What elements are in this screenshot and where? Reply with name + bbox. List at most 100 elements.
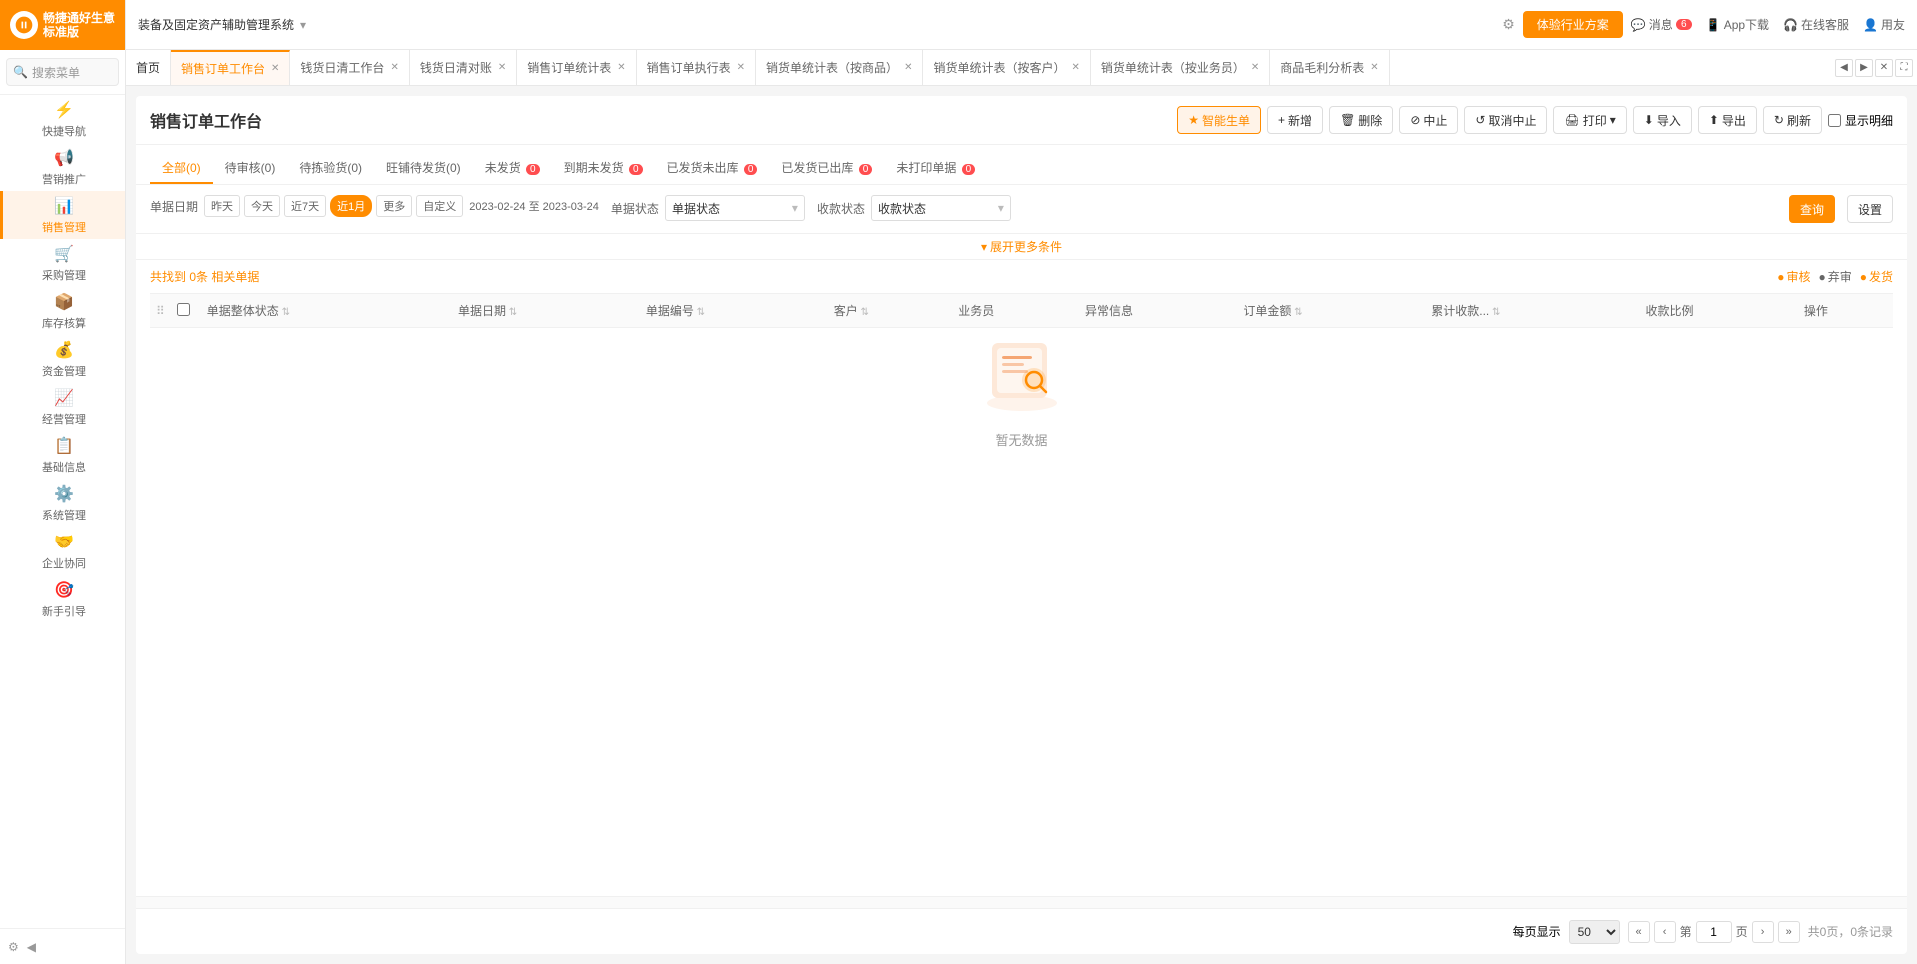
sidebar-item-purchase[interactable]: 🛒 采购管理 [0,239,125,287]
payment-select[interactable]: 收款状态 ▾ [871,195,1011,221]
tab-sales-stats-by-customer-close[interactable]: ✕ [1071,62,1079,73]
sub-tab-shipped-out[interactable]: 已发货已出库 0 [769,153,884,184]
promo-button[interactable]: 体验行业方案 [1523,11,1623,38]
date-btn-1month[interactable]: 近1月 [330,195,372,217]
print-btn[interactable]: 🖨 打印 ▾ [1553,106,1626,134]
tab-sales-order-stats-close[interactable]: ✕ [617,62,625,73]
search-menu-button[interactable]: 🔍 搜索菜单 [6,58,119,86]
number-col-header[interactable]: 单据编号 [640,294,828,328]
sub-tab-shipped-not-out[interactable]: 已发货未出库 0 [655,153,770,184]
sidebar-item-cooperation[interactable]: 🤝 企业协同 [0,527,125,575]
sidebar-item-operations[interactable]: 📈 经营管理 [0,383,125,431]
empty-state: 暂无数据 [150,328,1893,449]
tab-close-all-btn[interactable]: ✕ [1875,59,1893,77]
import-btn[interactable]: ⬇ 导入 [1633,106,1692,134]
sidebar-item-system[interactable]: ⚙️ 系统管理 [0,479,125,527]
expand-filter-btn[interactable]: ▾ 展开更多条件 [981,238,1062,255]
tab-next-btn[interactable]: ▶ [1855,59,1873,77]
page-number-input[interactable] [1696,921,1732,943]
add-btn[interactable]: + 新增 [1267,106,1323,134]
page-actions: ★ 智能生单 + 新增 🗑 删除 ⊘ 中止 [1177,106,1893,134]
tab-home[interactable]: 首页 [126,50,171,86]
stop-btn[interactable]: ⊘ 中止 [1399,106,1458,134]
tab-cash-goods-reconcile[interactable]: 钱货日清对账 ✕ [410,50,517,86]
tab-sales-order-workbench-close[interactable]: ✕ [271,63,279,74]
collapse-icon[interactable]: ◀ [27,940,36,954]
prev-page-btn[interactable]: ‹ [1654,921,1676,943]
sidebar-item-inventory[interactable]: 📦 库存核算 [0,287,125,335]
ship-action-btn[interactable]: ● 发货 [1860,268,1893,285]
sub-tab-wangpu-pending[interactable]: 旺铺待发货(0) [374,153,473,184]
tab-sales-stats-by-product-close[interactable]: ✕ [904,62,912,73]
sub-tab-pending-review[interactable]: 待审核(0) [213,153,288,184]
last-page-btn[interactable]: » [1778,921,1800,943]
sub-tab-pending-inspect[interactable]: 待拣验货(0) [287,153,374,184]
next-page-btn[interactable]: › [1752,921,1774,943]
tab-cash-daily-workbench[interactable]: 钱货日清工作台 ✕ [290,50,409,86]
status-col-header[interactable]: 单据整体状态 [201,294,452,328]
tab-sales-stats-by-customer[interactable]: 销货单统计表（按客户） ✕ [923,50,1090,86]
select-all-checkbox[interactable] [177,303,190,316]
sidebar: 畅捷通好生意 标准版 🔍 搜索菜单 ⚡ 快捷导航 📢 营销推广 📊 销售管理 🛒… [0,0,126,964]
date-col-header[interactable]: 单据日期 [452,294,640,328]
query-btn[interactable]: 查询 [1789,195,1835,223]
sidebar-nav: ⚡ 快捷导航 📢 营销推广 📊 销售管理 🛒 采购管理 📦 库存核算 💰 资金管… [0,95,125,928]
status-select[interactable]: 单据状态 ▾ [665,195,805,221]
show-detail-checkbox[interactable] [1828,114,1841,127]
message-action[interactable]: 💬 消息 6 [1631,16,1692,33]
per-page-select[interactable]: 50 100 200 [1569,920,1620,944]
review-action-btn[interactable]: ● 审核 [1777,268,1810,285]
settings-gear-icon[interactable]: ⚙ [1502,16,1515,33]
sub-tab-overdue-not-shipped[interactable]: 到期未发货 0 [552,153,655,184]
date-btn-7days[interactable]: 近7天 [284,195,326,217]
sidebar-item-sales[interactable]: 📊 销售管理 [0,191,125,239]
tab-sales-order-workbench[interactable]: 销售订单工作台 ✕ [171,50,290,86]
headset-icon: 🎧 [1783,18,1798,32]
tab-product-margin[interactable]: 商品毛利分析表 ✕ [1270,50,1389,86]
sidebar-item-marketing[interactable]: 📢 营销推广 [0,143,125,191]
amount-col-header[interactable]: 订单金额 [1237,294,1425,328]
tab-cash-daily-workbench-close[interactable]: ✕ [390,62,398,73]
smart-create-btn[interactable]: ★ 智能生单 [1177,106,1261,134]
tab-maximize-btn[interactable]: ⛶ [1895,59,1913,77]
cancel-review-action-btn[interactable]: ● 弃审 [1818,268,1851,285]
filter-settings-btn[interactable]: 设置 [1847,195,1893,223]
date-btn-today[interactable]: 今天 [244,195,280,217]
cancel-stop-btn[interactable]: ↺ 取消中止 [1464,106,1547,134]
tab-sales-order-exec-close[interactable]: ✕ [737,62,745,73]
user-action[interactable]: 👤 用友 [1863,16,1905,33]
tab-sales-stats-by-product[interactable]: 销货单统计表（按商品） ✕ [756,50,923,86]
tab-sales-order-stats[interactable]: 销售订单统计表 ✕ [517,50,636,86]
content-card: 销售订单工作台 ★ 智能生单 + 新增 🗑 删除 ⊘ [136,96,1907,954]
horizontal-scrollbar[interactable] [136,896,1907,908]
refresh-btn[interactable]: ↻ 刷新 [1763,106,1822,134]
system-dropdown-btn[interactable]: ▾ [300,18,306,32]
delete-btn[interactable]: 🗑 删除 [1329,106,1393,134]
cooperation-icon: 🤝 [54,532,74,552]
sidebar-item-quick-nav[interactable]: ⚡ 快捷导航 [0,95,125,143]
tab-product-margin-close[interactable]: ✕ [1370,62,1378,73]
date-btn-custom[interactable]: 自定义 [416,195,463,217]
export-btn[interactable]: ⬆ 导出 [1698,106,1757,134]
sub-tab-all[interactable]: 全部(0) [150,153,213,184]
tab-cash-goods-reconcile-close[interactable]: ✕ [498,62,506,73]
sidebar-item-finance[interactable]: 💰 资金管理 [0,335,125,383]
customer-col-header[interactable]: 客户 [828,294,953,328]
tab-sales-stats-by-staff-close[interactable]: ✕ [1251,62,1259,73]
online-service-action[interactable]: 🎧 在线客服 [1783,16,1849,33]
empty-icon [972,328,1072,418]
date-btn-more[interactable]: 更多 [376,195,412,217]
first-page-btn[interactable]: « [1628,921,1650,943]
tab-prev-btn[interactable]: ◀ [1835,59,1853,77]
sidebar-item-guide[interactable]: 🎯 新手引导 [0,575,125,623]
tab-sales-order-exec[interactable]: 销售订单执行表 ✕ [637,50,756,86]
sub-tab-not-shipped[interactable]: 未发货 0 [473,153,552,184]
received-col-header[interactable]: 累计收款... [1425,294,1639,328]
settings-icon[interactable]: ⚙ [8,940,19,954]
app-download-action[interactable]: 📱 App下载 [1706,16,1769,33]
sub-tab-not-printed[interactable]: 未打印单据 0 [884,153,987,184]
tab-sales-stats-by-staff[interactable]: 销货单统计表（按业务员） ✕ [1091,50,1270,86]
show-detail-checkbox-label[interactable]: 显示明细 [1828,112,1893,129]
date-btn-yesterday[interactable]: 昨天 [204,195,240,217]
sidebar-item-basic[interactable]: 📋 基础信息 [0,431,125,479]
